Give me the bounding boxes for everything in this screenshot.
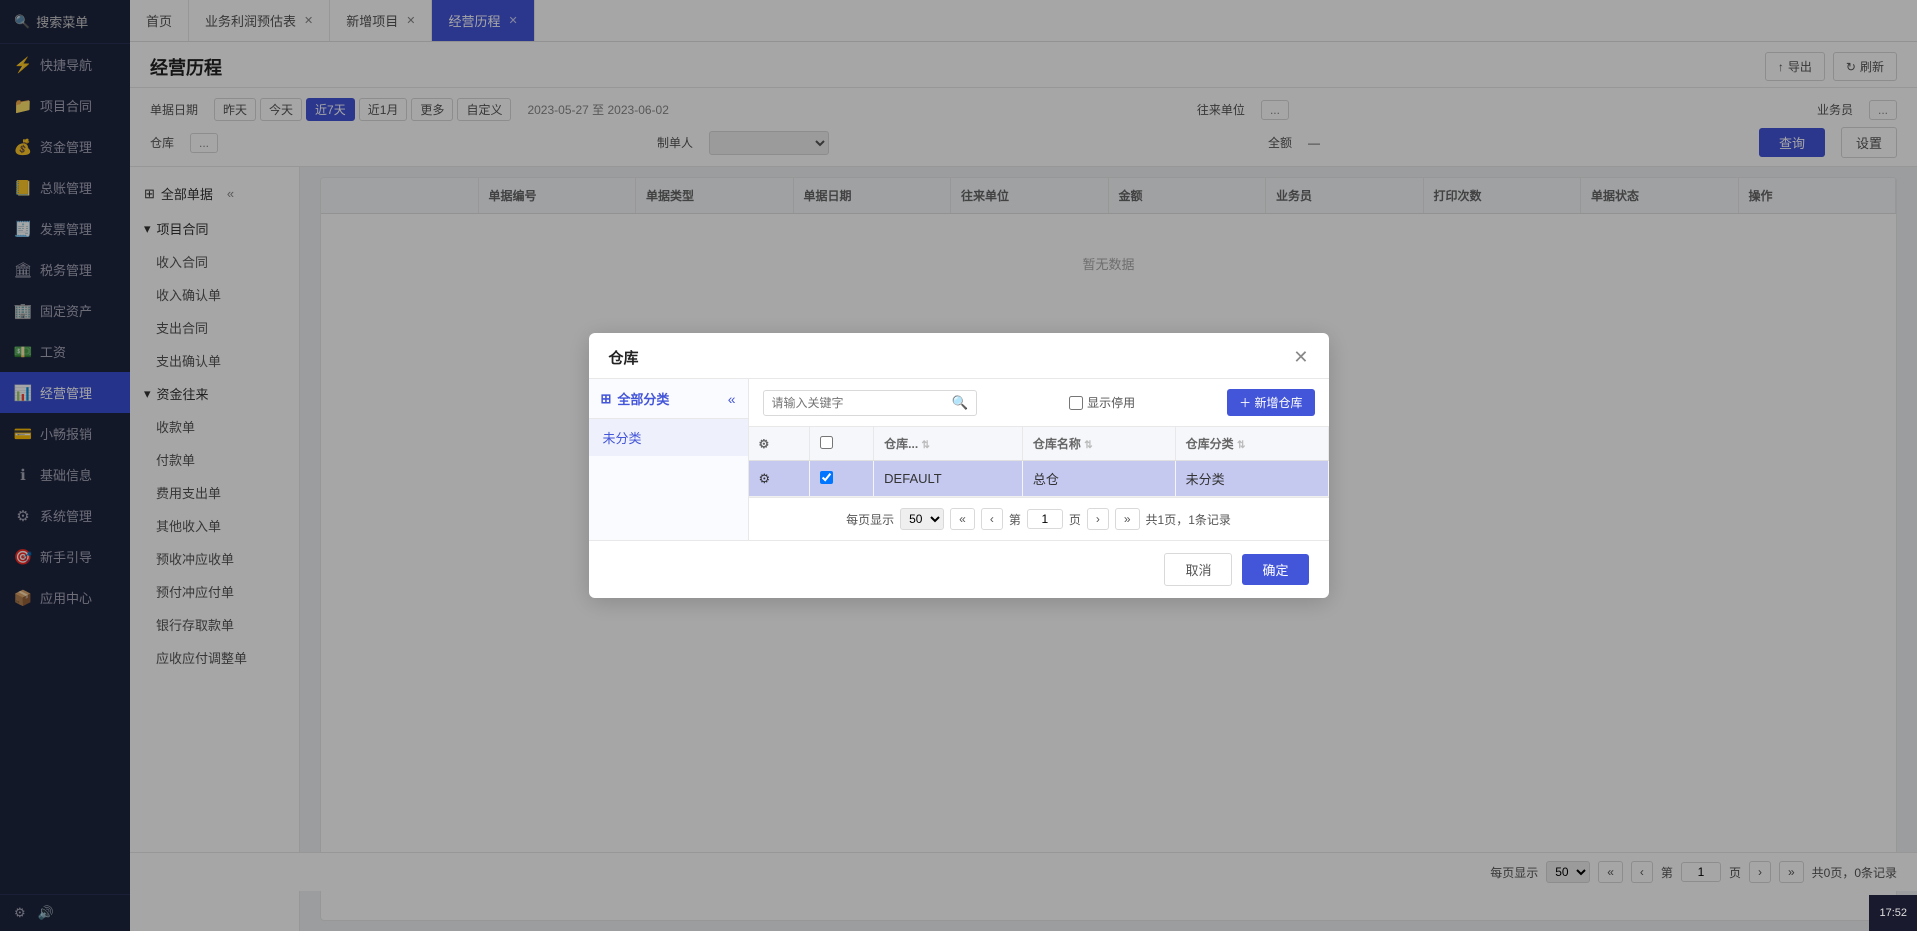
td-category: 未分类 — [1175, 461, 1328, 497]
search-button[interactable]: 🔍 — [944, 391, 977, 415]
category-collapse-button[interactable]: « — [728, 391, 736, 407]
search-box: 🔍 — [763, 390, 978, 416]
all-categories-label[interactable]: ⊞ 全部分类 — [601, 389, 670, 408]
modal-next-page-button[interactable]: › — [1087, 508, 1109, 530]
modal-table: ⚙ 仓库... ⇅ 仓库名称 — [749, 427, 1329, 497]
show-disabled-group: 显示停用 — [1069, 394, 1135, 411]
modal-table-wrap: ⚙ 仓库... ⇅ 仓库名称 — [749, 427, 1329, 497]
th-code: 仓库... ⇅ — [874, 427, 1023, 461]
modal-close-button[interactable]: ✕ — [1293, 347, 1308, 368]
warehouse-modal: 仓库 ✕ ⊞ 全部分类 « 未分类 — [589, 333, 1329, 598]
table-panel: 🔍 显示停用 ＋ 新增仓库 — [749, 379, 1329, 540]
modal-overlay: 仓库 ✕ ⊞ 全部分类 « 未分类 — [0, 0, 1917, 931]
add-warehouse-button[interactable]: ＋ 新增仓库 — [1227, 389, 1314, 416]
modal-footer: 取消 确定 — [589, 540, 1329, 598]
th-category: 仓库分类 ⇅ — [1175, 427, 1328, 461]
category-panel: ⊞ 全部分类 « 未分类 — [589, 379, 749, 540]
grid-icon2: ⊞ — [601, 391, 612, 407]
modal-body: ⊞ 全部分类 « 未分类 🔍 — [589, 379, 1329, 540]
row-settings-icon: ⚙ — [759, 471, 771, 486]
th-checkbox — [809, 427, 873, 461]
modal-prev-page-button[interactable]: ‹ — [981, 508, 1003, 530]
cancel-button[interactable]: 取消 — [1164, 553, 1232, 586]
system-tray: 17:52 — [1869, 895, 1917, 931]
sort-category-icon[interactable]: ⇅ — [1237, 440, 1245, 451]
modal-last-page-button[interactable]: » — [1115, 508, 1140, 530]
table-row[interactable]: ⚙ DEFAULT 总仓 未分类 — [749, 461, 1329, 497]
td-name: 总仓 — [1022, 461, 1175, 497]
show-disabled-checkbox[interactable] — [1069, 396, 1083, 410]
sort-name-icon[interactable]: ⇅ — [1084, 440, 1092, 451]
modal-per-page-label: 每页显示 — [846, 511, 894, 528]
select-all-checkbox[interactable] — [820, 436, 833, 449]
show-disabled-label: 显示停用 — [1087, 394, 1135, 411]
modal-per-page-select[interactable]: 50 — [900, 508, 944, 530]
sort-code-icon[interactable]: ⇅ — [922, 440, 930, 451]
td-checkbox — [809, 461, 873, 497]
modal-page-input[interactable] — [1027, 509, 1063, 529]
modal-table-header: ⚙ 仓库... ⇅ 仓库名称 — [749, 427, 1329, 461]
table-toolbar: 🔍 显示停用 ＋ 新增仓库 — [749, 379, 1329, 427]
tray-time: 17:52 — [1879, 907, 1907, 919]
td-code: DEFAULT — [874, 461, 1023, 497]
modal-total-records: 共1页，1条记录 — [1146, 511, 1231, 528]
modal-first-page-button[interactable]: « — [950, 508, 975, 530]
td-settings: ⚙ — [749, 461, 810, 497]
modal-page-suffix: 页 — [1069, 511, 1081, 528]
confirm-button[interactable]: 确定 — [1242, 554, 1308, 585]
modal-pagination: 每页显示 50 « ‹ 第 页 › » 共1页，1条记录 — [749, 497, 1329, 540]
search-input[interactable] — [764, 392, 944, 414]
th-settings: ⚙ — [749, 427, 810, 461]
category-item-uncategorized[interactable]: 未分类 — [589, 419, 748, 456]
th-name: 仓库名称 ⇅ — [1022, 427, 1175, 461]
category-header: ⊞ 全部分类 « — [589, 379, 748, 419]
modal-header: 仓库 ✕ — [589, 333, 1329, 379]
row-checkbox[interactable] — [820, 471, 833, 484]
modal-title: 仓库 — [609, 347, 639, 368]
modal-page-label: 第 — [1009, 511, 1021, 528]
modal-table-body: ⚙ DEFAULT 总仓 未分类 — [749, 461, 1329, 497]
